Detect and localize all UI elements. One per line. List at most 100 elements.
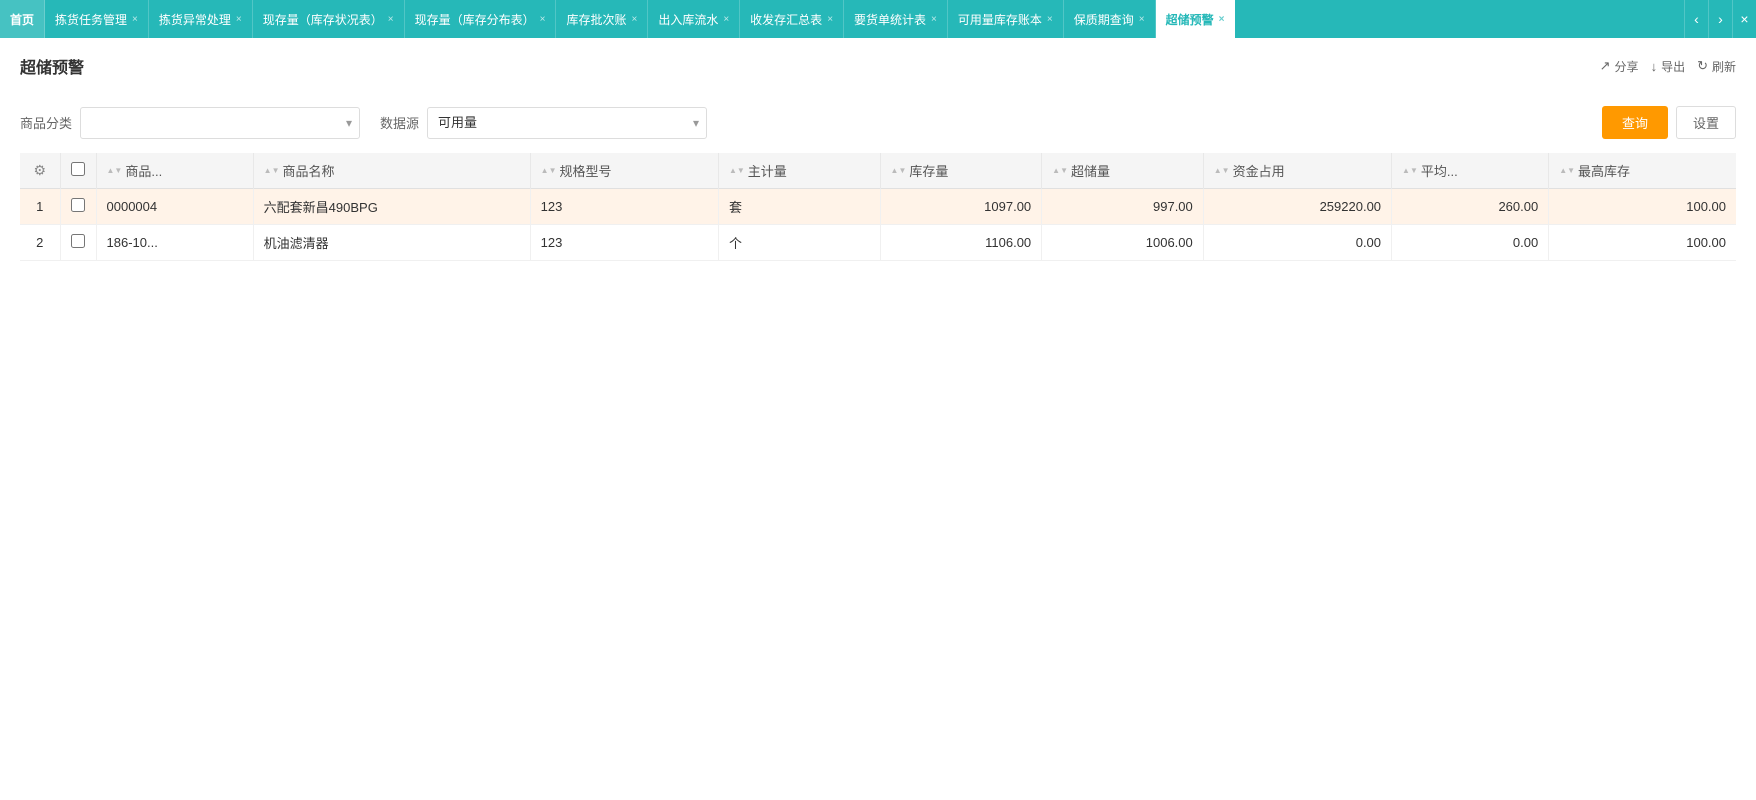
sort-unit-icon: ▲▼ (729, 167, 745, 175)
close-tab-1[interactable]: × (132, 14, 138, 25)
datasource-filter: 数据源 可用量 ▾ (380, 107, 707, 139)
category-label: 商品分类 (20, 113, 72, 132)
nav-tab-8[interactable]: 要货单统计表 × (844, 0, 948, 38)
sort-name-icon: ▲▼ (264, 167, 280, 175)
category-select-wrap: ▾ (80, 107, 360, 139)
query-button[interactable]: 查询 (1602, 106, 1668, 139)
nav-tab-home[interactable]: 首页 (0, 0, 45, 38)
nav-prev-arrow[interactable]: ‹ (1684, 0, 1708, 38)
nav-tab-1[interactable]: 拣货任务管理 × (45, 0, 149, 38)
cell-stock-1: 1106.00 (880, 225, 1042, 261)
nav-tab-6[interactable]: 出入库流水 × (648, 0, 740, 38)
close-tab-11[interactable]: × (1219, 14, 1225, 25)
nav-tab-10[interactable]: 保质期查询 × (1064, 0, 1156, 38)
select-all-checkbox[interactable] (71, 162, 85, 176)
share-icon: ↗ (1600, 58, 1611, 74)
col-avg-label: 平均... (1421, 161, 1458, 180)
action-bar: ↗ 分享 ↓ 导出 ↻ 刷新 (1600, 58, 1736, 75)
col-spec-label: 规格型号 (560, 161, 612, 180)
nav-tab-11[interactable]: 超储预警 × (1156, 0, 1236, 38)
nav-tab-5[interactable]: 库存批次账 × (556, 0, 648, 38)
cell-index-0: 1 (20, 189, 60, 225)
share-button[interactable]: ↗ 分享 (1600, 58, 1639, 75)
tab-label-3: 现存量（库存状况表） (263, 11, 383, 28)
settings-gear-icon[interactable]: ⚙ (30, 162, 50, 179)
sort-overstock-icon: ▲▼ (1052, 167, 1068, 175)
close-tab-9[interactable]: × (1047, 14, 1053, 25)
page-content: 超储预警 ↗ 分享 ↓ 导出 ↻ 刷新 商品分类 ▾ (0, 38, 1756, 277)
nav-next-arrow[interactable]: › (1708, 0, 1732, 38)
th-checkbox (60, 153, 96, 189)
datasource-select[interactable]: 可用量 (427, 107, 707, 139)
th-gear: ⚙ (20, 153, 60, 189)
cell-overstock-0: 997.00 (1042, 189, 1204, 225)
home-label: 首页 (10, 11, 34, 28)
row-checkbox-1[interactable] (71, 234, 85, 248)
sort-maxstock-icon: ▲▼ (1559, 167, 1575, 175)
close-tab-2[interactable]: × (236, 14, 242, 25)
settings-button[interactable]: 设置 (1676, 106, 1736, 139)
th-overstock: ▲▼ 超储量 (1042, 153, 1204, 189)
tab-label-10: 保质期查询 (1074, 11, 1134, 28)
table-body: 1 0000004 六配套新昌490BPG 123 套 1097.00 997.… (20, 189, 1736, 261)
th-avg: ▲▼ 平均... (1392, 153, 1549, 189)
cell-name-1: 机油滤清器 (253, 225, 530, 261)
category-select[interactable] (80, 107, 360, 139)
col-maxstock-label: 最高库存 (1578, 161, 1630, 180)
nav-close-arrow[interactable]: × (1732, 0, 1756, 38)
close-tab-5[interactable]: × (631, 14, 637, 25)
close-tab-6[interactable]: × (723, 14, 729, 25)
cell-spec-1: 123 (530, 225, 718, 261)
tab-label-9: 可用量库存账本 (958, 11, 1042, 28)
close-tab-4[interactable]: × (540, 14, 546, 25)
close-tab-10[interactable]: × (1139, 14, 1145, 25)
cell-checkbox-1 (60, 225, 96, 261)
table-row: 1 0000004 六配套新昌490BPG 123 套 1097.00 997.… (20, 189, 1736, 225)
nav-tab-3[interactable]: 现存量（库存状况表） × (253, 0, 405, 38)
th-unit: ▲▼ 主计量 (718, 153, 880, 189)
refresh-button[interactable]: ↻ 刷新 (1697, 58, 1736, 75)
col-capital-label: 资金占用 (1233, 161, 1285, 180)
row-checkbox-0[interactable] (71, 198, 85, 212)
filter-row: 商品分类 ▾ 数据源 可用量 ▾ 查询 设置 (20, 106, 1736, 139)
tab-label-5: 库存批次账 (566, 11, 626, 28)
cell-unit-1: 个 (718, 225, 880, 261)
data-table: ⚙ ▲▼ 商品... ▲▼ 商品名称 (20, 153, 1736, 261)
tab-label-1: 拣货任务管理 (55, 11, 127, 28)
nav-tab-2[interactable]: 拣货异常处理 × (149, 0, 253, 38)
cell-capital-0: 259220.00 (1203, 189, 1391, 225)
cell-unit-0: 套 (718, 189, 880, 225)
cell-checkbox-0 (60, 189, 96, 225)
export-button[interactable]: ↓ 导出 (1651, 58, 1686, 75)
close-tab-7[interactable]: × (827, 14, 833, 25)
refresh-icon: ↻ (1697, 58, 1708, 74)
category-filter: 商品分类 ▾ (20, 107, 360, 139)
cell-avg-0: 260.00 (1392, 189, 1549, 225)
th-name: ▲▼ 商品名称 (253, 153, 530, 189)
tab-label-2: 拣货异常处理 (159, 11, 231, 28)
col-code-label: 商品... (125, 161, 162, 180)
nav-tab-7[interactable]: 收发存汇总表 × (740, 0, 844, 38)
nav-tab-9[interactable]: 可用量库存账本 × (948, 0, 1064, 38)
tab-label-11: 超储预警 (1166, 11, 1214, 28)
sort-code-icon: ▲▼ (107, 167, 123, 175)
tab-label-4: 现存量（库存分布表） (415, 11, 535, 28)
th-spec: ▲▼ 规格型号 (530, 153, 718, 189)
sort-avg-icon: ▲▼ (1402, 167, 1418, 175)
close-tab-3[interactable]: × (388, 14, 394, 25)
th-capital: ▲▼ 资金占用 (1203, 153, 1391, 189)
cell-name-0: 六配套新昌490BPG (253, 189, 530, 225)
col-unit-label: 主计量 (748, 161, 787, 180)
close-tab-8[interactable]: × (931, 14, 937, 25)
sort-capital-icon: ▲▼ (1214, 167, 1230, 175)
export-label: 导出 (1661, 58, 1685, 75)
cell-capital-1: 0.00 (1203, 225, 1391, 261)
cell-stock-0: 1097.00 (880, 189, 1042, 225)
table-row: 2 186-10... 机油滤清器 123 个 1106.00 1006.00 … (20, 225, 1736, 261)
datasource-select-wrap: 可用量 ▾ (427, 107, 707, 139)
refresh-label: 刷新 (1712, 58, 1736, 75)
nav-tab-4[interactable]: 现存量（库存分布表） × (405, 0, 557, 38)
col-name-label: 商品名称 (283, 161, 335, 180)
page-title: 超储预警 (20, 54, 84, 78)
cell-spec-0: 123 (530, 189, 718, 225)
